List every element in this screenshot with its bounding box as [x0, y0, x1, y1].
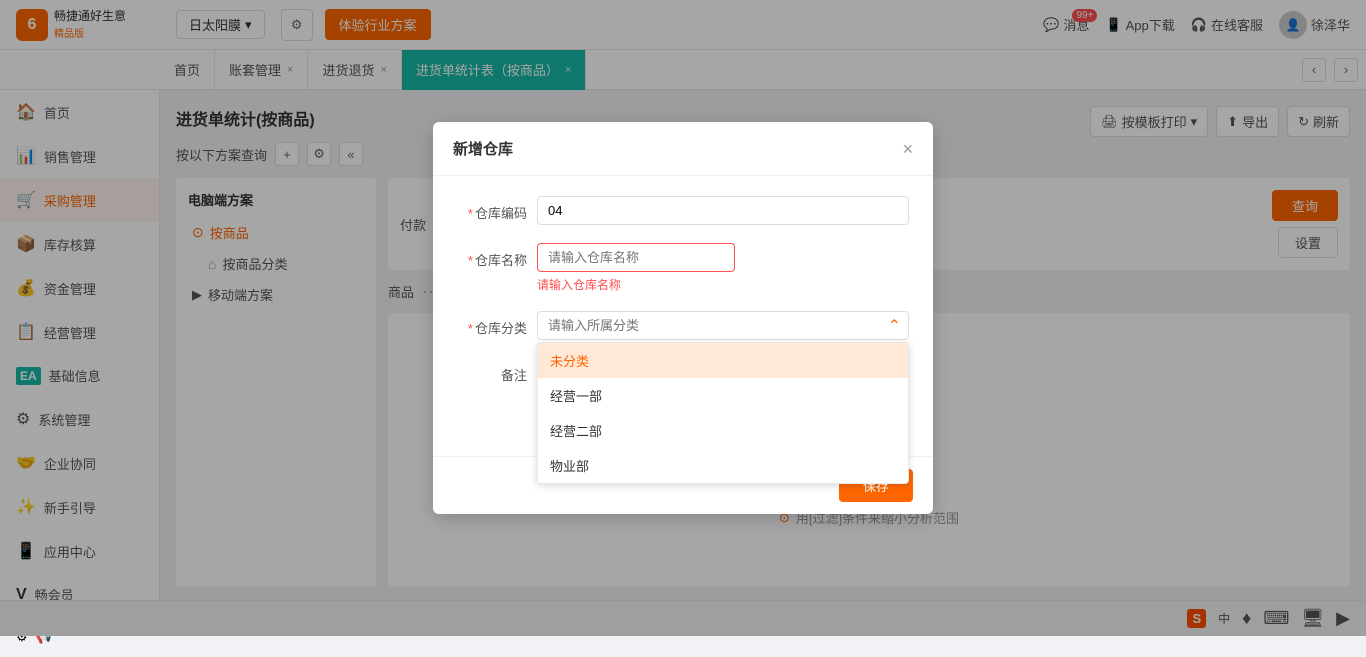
name-input[interactable] — [537, 243, 735, 272]
modal-overlay: 新增仓库 × *仓库编码 *仓库名称 请输入仓库名称 — [0, 0, 1366, 636]
dropdown-option-unclassified[interactable]: 未分类 — [538, 343, 908, 378]
code-label: *仓库编码 — [457, 196, 537, 222]
dropdown-option-dept1[interactable]: 经营一部 — [538, 378, 908, 413]
name-error-msg: 请输入仓库名称 — [537, 276, 909, 293]
category-input[interactable] — [537, 311, 909, 340]
remark-label: 备注 — [457, 358, 537, 384]
name-label: *仓库名称 — [457, 243, 537, 269]
category-dropdown-wrapper: ⌃ 未分类 经营一部 经营二部 物业部 — [537, 311, 909, 340]
modal-close-btn[interactable]: × — [902, 140, 913, 158]
code-input[interactable] — [537, 196, 909, 225]
modal-body: *仓库编码 *仓库名称 请输入仓库名称 *仓库分类 — [433, 176, 933, 456]
name-input-wrapper: 请输入仓库名称 — [537, 243, 909, 293]
dropdown-option-dept2[interactable]: 经营二部 — [538, 413, 908, 448]
category-dropdown-arrow[interactable]: ⌃ — [888, 316, 901, 336]
form-row-category: *仓库分类 ⌃ 未分类 经营一部 经营二部 物业部 — [457, 311, 909, 340]
category-label: *仓库分类 — [457, 311, 537, 337]
form-row-name: *仓库名称 请输入仓库名称 — [457, 243, 909, 293]
new-warehouse-modal: 新增仓库 × *仓库编码 *仓库名称 请输入仓库名称 — [433, 122, 933, 514]
dropdown-option-property[interactable]: 物业部 — [538, 448, 908, 483]
category-dropdown-list: 未分类 经营一部 经营二部 物业部 — [537, 342, 909, 484]
modal-header: 新增仓库 × — [433, 122, 933, 176]
modal-title: 新增仓库 — [453, 138, 513, 159]
form-row-code: *仓库编码 — [457, 196, 909, 225]
